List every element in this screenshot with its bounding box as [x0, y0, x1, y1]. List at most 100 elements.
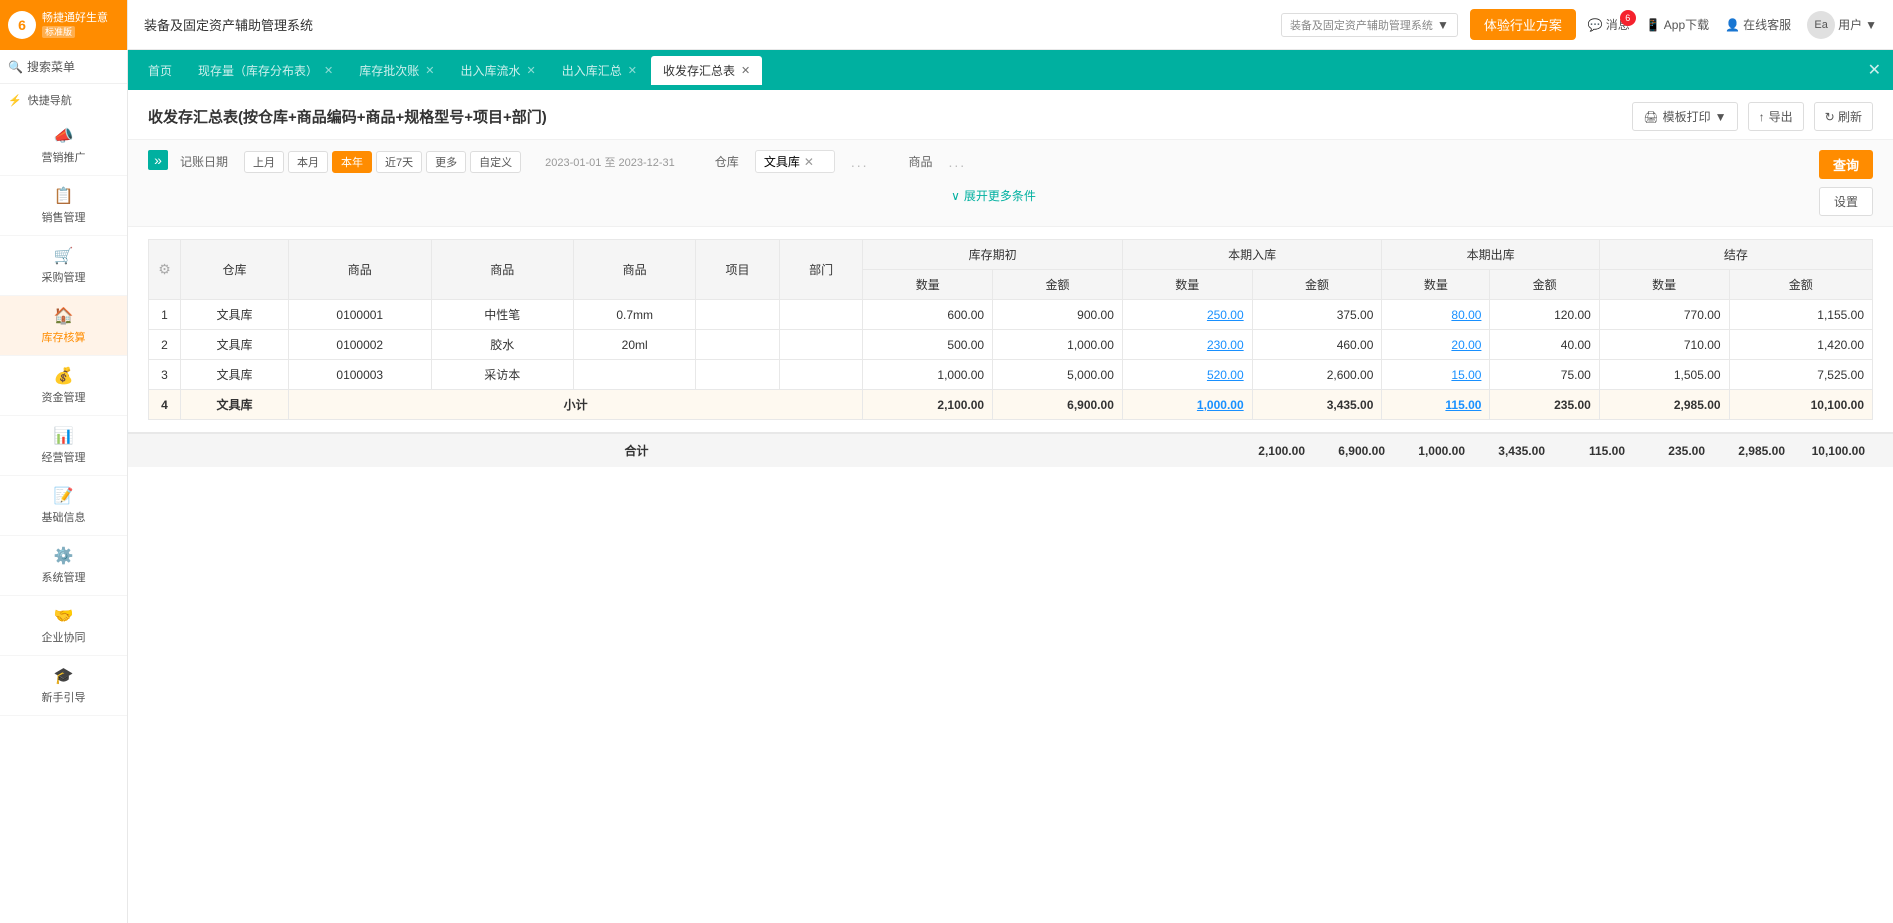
row-in-qty[interactable]: 250.00: [1122, 300, 1252, 330]
print-dropdown-icon: ▼: [1715, 110, 1727, 124]
sidebar-item-sales[interactable]: 📋 销售管理: [0, 176, 127, 236]
newbie-icon: 🎓: [54, 666, 74, 686]
sidebar-quick-nav[interactable]: ⚡ 快捷导航: [0, 84, 127, 116]
filter-expand-icon[interactable]: »: [148, 150, 168, 170]
expand-icon: ∨: [951, 189, 960, 203]
row-closing-qty: 710.00: [1599, 330, 1729, 360]
tab-inventory-dist[interactable]: 现存量（库存分布表） ✕: [186, 56, 345, 85]
sidebar-item-marketing[interactable]: 📣 营销推广: [0, 116, 127, 176]
col-goods-code-header: 商品: [288, 240, 431, 300]
warehouse-filter-tag[interactable]: 文具库 ✕: [755, 150, 835, 173]
date-btn-this-year[interactable]: 本年: [332, 151, 372, 173]
sidebar-item-operations[interactable]: 📊 经营管理: [0, 416, 127, 476]
sidebar-item-basic[interactable]: 📝 基础信息: [0, 476, 127, 536]
row-opening-qty: 500.00: [863, 330, 993, 360]
subtotal-seq: 4: [149, 390, 181, 420]
footer-closing-amt: 10,100.00: [1793, 444, 1873, 458]
sidebar-item-system[interactable]: ⚙️ 系统管理: [0, 536, 127, 596]
row-project: [696, 300, 780, 330]
row-in-qty[interactable]: 520.00: [1122, 360, 1252, 390]
table-row: 3 文具库 0100003 采访本 1,000.00 5,000.00 520.…: [149, 360, 1873, 390]
sidebar-item-purchase[interactable]: 🛒 采购管理: [0, 236, 127, 296]
warehouse-tag-close[interactable]: ✕: [804, 155, 814, 169]
row-opening-qty: 1,000.00: [863, 360, 993, 390]
export-button[interactable]: ↑ 导出: [1748, 102, 1804, 131]
date-btn-last-month[interactable]: 上月: [244, 151, 284, 173]
tab-close-collect-summary[interactable]: ✕: [741, 64, 750, 77]
logo-icon: 6: [8, 11, 36, 39]
message-button[interactable]: 💬 消息 6: [1588, 16, 1630, 33]
row-project: [696, 330, 780, 360]
col-out-header: 本期出库: [1382, 240, 1599, 270]
col-in-amt-header: 金额: [1252, 270, 1382, 300]
tab-close-inventory-dist[interactable]: ✕: [324, 64, 333, 77]
tab-in-out-flow[interactable]: 出入库流水 ✕: [448, 56, 547, 85]
page-content: 收发存汇总表(按仓库+商品编码+商品+规格型号+项目+部门) 🖨 模板打印 ▼ …: [128, 90, 1893, 923]
table-footer: 合计 2,100.00 6,900.00 1,000.00 3,435.00 1…: [128, 432, 1893, 467]
system-dropdown[interactable]: 装备及固定资产辅助管理系统 ▼: [1281, 13, 1458, 37]
subtotal-in-qty[interactable]: 1,000.00: [1122, 390, 1252, 420]
expand-conditions-button[interactable]: ∨ 展开更多条件: [951, 187, 1036, 204]
sidebar: 6 畅捷通好生意 标准版 🔍 搜索菜单 ⚡ 快捷导航 📣 营销推广 📋 销售管理…: [0, 0, 128, 923]
col-settings-header[interactable]: ⚙: [149, 240, 181, 300]
set-button[interactable]: 设置: [1819, 187, 1873, 216]
row-opening-qty: 600.00: [863, 300, 993, 330]
row-out-amt: 120.00: [1490, 300, 1599, 330]
query-button[interactable]: 查询: [1819, 150, 1873, 179]
subtotal-out-amt: 235.00: [1490, 390, 1599, 420]
tab-close-in-out-flow[interactable]: ✕: [527, 64, 536, 77]
expand-row: ∨ 展开更多条件: [180, 181, 1807, 204]
date-btn-7days[interactable]: 近7天: [376, 151, 422, 173]
row-seq: 3: [149, 360, 181, 390]
sidebar-nav-items: 📣 营销推广 📋 销售管理 🛒 采购管理 🏠 库存核算 💰 资金管理 📊 经营管…: [0, 116, 127, 923]
message-badge: 6: [1620, 10, 1636, 26]
col-settings-icon[interactable]: ⚙: [158, 261, 171, 277]
sidebar-item-newbie[interactable]: 🎓 新手引导: [0, 656, 127, 716]
row-out-qty[interactable]: 80.00: [1382, 300, 1490, 330]
tab-bar-close-button[interactable]: ✕: [1864, 56, 1885, 84]
tab-batch-ledger[interactable]: 库存批次账 ✕: [347, 56, 446, 85]
template-print-button[interactable]: 🖨 模板打印 ▼: [1632, 102, 1737, 131]
date-btn-custom[interactable]: 自定义: [470, 151, 521, 173]
experience-button[interactable]: 体验行业方案: [1470, 9, 1576, 40]
row-out-amt: 75.00: [1490, 360, 1599, 390]
subtotal-row: 4 文具库 小计 2,100.00 6,900.00 1,000.00 3,43…: [149, 390, 1873, 420]
online-service-button[interactable]: 👤 在线客服: [1725, 16, 1791, 33]
row-closing-qty: 770.00: [1599, 300, 1729, 330]
tab-in-out-summary[interactable]: 出入库汇总 ✕: [550, 56, 649, 85]
subtotal-opening-qty: 2,100.00: [863, 390, 993, 420]
row-out-qty[interactable]: 15.00: [1382, 360, 1490, 390]
goods-more-dots[interactable]: ...: [949, 154, 967, 170]
page-title: 收发存汇总表(按仓库+商品编码+商品+规格型号+项目+部门): [148, 106, 547, 127]
date-btn-more[interactable]: 更多: [426, 151, 466, 173]
row-in-qty[interactable]: 230.00: [1122, 330, 1252, 360]
col-closing-amt-header: 金额: [1729, 270, 1872, 300]
refresh-button[interactable]: ↻ 刷新: [1814, 102, 1873, 131]
sidebar-item-finance[interactable]: 💰 资金管理: [0, 356, 127, 416]
tab-collect-summary[interactable]: 收发存汇总表 ✕: [651, 56, 762, 85]
tab-home[interactable]: 首页: [136, 56, 184, 85]
user-menu[interactable]: Ea 用户 ▼: [1807, 11, 1877, 39]
table-row: 1 文具库 0100001 中性笔 0.7mm 600.00 900.00 25…: [149, 300, 1873, 330]
col-department-header: 部门: [779, 240, 863, 300]
sidebar-item-enterprise[interactable]: 🤝 企业协同: [0, 596, 127, 656]
tab-close-in-out-summary[interactable]: ✕: [628, 64, 637, 77]
warehouse-label: 仓库: [715, 153, 739, 170]
app-download-button[interactable]: 📱 App下载: [1646, 16, 1709, 33]
subtotal-in-amt: 3,435.00: [1252, 390, 1382, 420]
sales-icon: 📋: [54, 186, 74, 206]
phone-icon: 📱: [1646, 18, 1661, 32]
tab-close-batch-ledger[interactable]: ✕: [425, 64, 434, 77]
search-icon: 🔍: [8, 60, 23, 74]
row-closing-amt: 1,155.00: [1729, 300, 1872, 330]
warehouse-more-dots[interactable]: ...: [851, 154, 869, 170]
subtotal-out-qty[interactable]: 115.00: [1382, 390, 1490, 420]
col-goods-spec-header: 商品: [574, 240, 696, 300]
purchase-icon: 🛒: [54, 246, 74, 266]
row-department: [779, 330, 863, 360]
finance-icon: 💰: [54, 366, 74, 386]
sidebar-item-inventory[interactable]: 🏠 库存核算: [0, 296, 127, 356]
date-btn-this-month[interactable]: 本月: [288, 151, 328, 173]
row-out-qty[interactable]: 20.00: [1382, 330, 1490, 360]
sidebar-search[interactable]: 🔍 搜索菜单: [0, 50, 127, 84]
